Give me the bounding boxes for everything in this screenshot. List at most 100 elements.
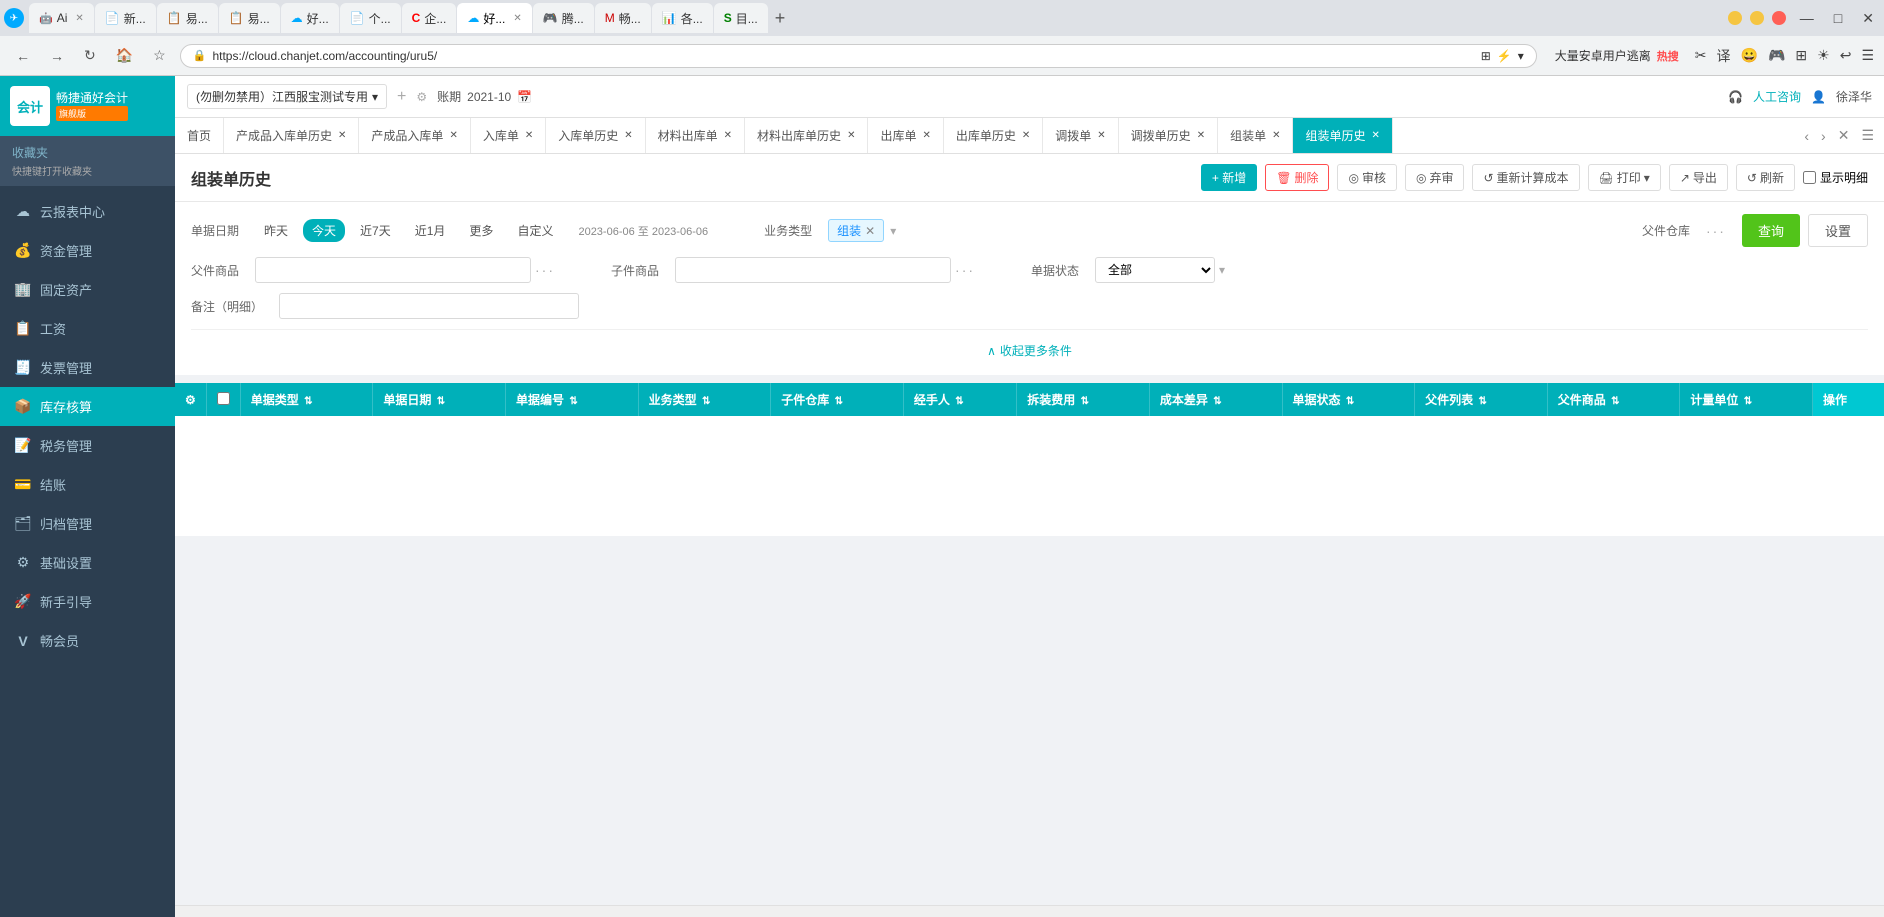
tab-11[interactable]: S 目... [714, 3, 768, 33]
page-tab-receipt-history-close[interactable]: ✕ [624, 130, 632, 141]
forward-button[interactable]: → [44, 44, 70, 68]
page-tab-receipt-close[interactable]: ✕ [525, 130, 533, 141]
page-tab-receipt[interactable]: 入库单 ✕ [471, 118, 546, 153]
tab-scroll-left[interactable]: ‹ [1800, 128, 1813, 144]
show-detail-checkbox-area[interactable]: 显示明细 [1803, 169, 1868, 186]
page-tab-assembly[interactable]: 组装单 ✕ [1218, 118, 1293, 153]
minimize-icon[interactable] [1728, 11, 1742, 25]
maximize-icon[interactable] [1750, 11, 1764, 25]
sidebar-item-tax[interactable]: 📝 税务管理 [0, 426, 175, 465]
parent-goods-input[interactable] [255, 257, 531, 283]
column-settings[interactable]: ⚙ [175, 383, 206, 416]
column-number[interactable]: 单据编号 ⇅ [506, 383, 639, 416]
page-tab-home[interactable]: 首页 [175, 118, 224, 153]
sidebar-item-fund[interactable]: 💰 资金管理 [0, 231, 175, 270]
column-child-warehouse[interactable]: 子件仓库 ⇅ [771, 383, 904, 416]
page-tab-out-history[interactable]: 出库单历史 ✕ [944, 118, 1043, 153]
tab-scroll-right[interactable]: › [1817, 128, 1830, 144]
window-maximize[interactable]: □ [1828, 10, 1848, 26]
window-close[interactable]: ✕ [1856, 10, 1880, 27]
grid-icon[interactable]: ⊞ [1795, 47, 1807, 64]
column-parent-list[interactable]: 父件列表 ⇅ [1415, 383, 1548, 416]
bill-status-select[interactable]: 全部 待审核 已审核 [1095, 257, 1215, 283]
tab-10[interactable]: 📊 各... [652, 3, 713, 33]
tab-7-close[interactable]: ✕ [513, 13, 521, 24]
refresh-button-main[interactable]: ↺ 刷新 [1736, 164, 1795, 191]
username-label[interactable]: 徐泽华 [1836, 88, 1872, 105]
tab-1[interactable]: 📄 新... [95, 3, 156, 33]
bookmark-button[interactable]: ☆ [147, 43, 172, 68]
window-minimize[interactable]: — [1794, 10, 1820, 26]
column-parent-goods[interactable]: 父件商品 ⇅ [1547, 383, 1680, 416]
column-checkbox[interactable] [206, 383, 240, 416]
sidebar-item-salary[interactable]: 📋 工资 [0, 309, 175, 348]
child-goods-more[interactable]: ··· [955, 262, 975, 278]
sidebar-item-cloud-report[interactable]: ☁ 云报表中心 [0, 192, 175, 231]
tab-3[interactable]: 📋 易... [219, 3, 280, 33]
sidebar-item-archive[interactable]: 🗂 归档管理 [0, 504, 175, 543]
new-tab-button[interactable]: + [769, 8, 792, 29]
page-tab-receipt-history[interactable]: 入库单历史 ✕ [546, 118, 645, 153]
parent-warehouse-more[interactable]: ··· [1706, 223, 1726, 239]
horizontal-scrollbar[interactable] [175, 905, 1884, 917]
date-btn-yesterday[interactable]: 昨天 [255, 219, 297, 242]
home-button[interactable]: 🏠 [110, 43, 139, 68]
page-tab-material-out-history-close[interactable]: ✕ [847, 130, 855, 141]
column-disassemble-fee[interactable]: 拆装费用 ⇅ [1017, 383, 1150, 416]
page-tab-out[interactable]: 出库单 ✕ [868, 118, 943, 153]
parent-goods-more[interactable]: ··· [535, 262, 555, 278]
tab-4[interactable]: ☁ 好... [281, 3, 339, 33]
page-tab-production-in[interactable]: 产成品入库单 ✕ [359, 118, 470, 153]
sun-icon[interactable]: ☀ [1817, 47, 1830, 64]
page-tab-out-history-close[interactable]: ✕ [1022, 130, 1030, 141]
date-btn-more[interactable]: 更多 [460, 219, 502, 242]
collapse-button[interactable]: ∧ 收起更多条件 [191, 338, 1868, 363]
tab-8[interactable]: 🎮 腾... [533, 3, 594, 33]
page-tab-transfer-history-close[interactable]: ✕ [1197, 130, 1205, 141]
column-type[interactable]: 单据类型 ⇅ [240, 383, 373, 416]
delete-button[interactable]: 🗑 删除 [1265, 164, 1329, 191]
game-icon[interactable]: 🎮 [1768, 47, 1785, 64]
page-tab-material-out-history[interactable]: 材料出库单历史 ✕ [745, 118, 868, 153]
column-biz-type[interactable]: 业务类型 ⇅ [638, 383, 771, 416]
user-service-label[interactable]: 人工咨询 [1753, 88, 1801, 105]
menu-icon[interactable]: ☰ [1861, 47, 1874, 64]
tab-close-current[interactable]: ✕ [1834, 127, 1854, 144]
set-button[interactable]: 设置 [1808, 214, 1868, 247]
date-btn-custom[interactable]: 自定义 [508, 219, 562, 242]
print-button[interactable]: 🖨 打印 ▾ [1588, 164, 1661, 191]
approve-button[interactable]: ◎ 审核 [1337, 164, 1397, 191]
company-selector[interactable]: (勿删勿禁用）江西服宝测试专用 ▾ [187, 84, 387, 109]
date-btn-today[interactable]: 今天 [303, 219, 345, 242]
date-btn-1month[interactable]: 近1月 [406, 219, 455, 242]
tab-2[interactable]: 📋 易... [157, 3, 218, 33]
dropdown-icon[interactable]: ▾ [1518, 49, 1524, 63]
page-tab-production-in-close[interactable]: ✕ [449, 130, 457, 141]
page-tab-out-close[interactable]: ✕ [922, 130, 930, 141]
page-tab-transfer[interactable]: 调拨单 ✕ [1043, 118, 1118, 153]
recalculate-button[interactable]: ↺ 重新计算成本 [1472, 164, 1579, 191]
column-date[interactable]: 单据日期 ⇅ [373, 383, 506, 416]
sidebar-item-invoice[interactable]: 🧾 发票管理 [0, 348, 175, 387]
sidebar-item-inventory[interactable]: 📦 库存核算 [0, 387, 175, 426]
remark-input[interactable] [279, 293, 579, 319]
sidebar-item-guide[interactable]: 🚀 新手引导 [0, 582, 175, 621]
settings-gear-icon[interactable]: ⚙ [416, 90, 427, 104]
undo-icon[interactable]: ↩ [1840, 47, 1852, 64]
tab-ai-close[interactable]: ✕ [75, 13, 83, 24]
page-tab-assembly-history-close[interactable]: ✕ [1372, 130, 1380, 141]
page-tab-production-in-history-close[interactable]: ✕ [338, 130, 346, 141]
page-tab-assembly-close[interactable]: ✕ [1272, 130, 1280, 141]
page-tab-transfer-close[interactable]: ✕ [1097, 130, 1105, 141]
business-type-dropdown[interactable]: ▾ [890, 224, 896, 238]
sidebar-item-settings[interactable]: ⚙ 基础设置 [0, 543, 175, 582]
bill-status-dropdown[interactable]: ▾ [1219, 263, 1225, 277]
calendar-icon[interactable]: 📅 [517, 90, 532, 104]
sidebar-item-fixed-assets[interactable]: 🏢 固定资产 [0, 270, 175, 309]
emoji-icon[interactable]: 😀 [1741, 47, 1758, 64]
refresh-button[interactable]: ↻ [78, 43, 102, 68]
page-tab-material-out[interactable]: 材料出库单 ✕ [646, 118, 745, 153]
date-btn-7days[interactable]: 近7天 [351, 219, 400, 242]
export-button[interactable]: ↗ 导出 [1669, 164, 1728, 191]
cut-icon[interactable]: ✂ [1695, 47, 1707, 64]
